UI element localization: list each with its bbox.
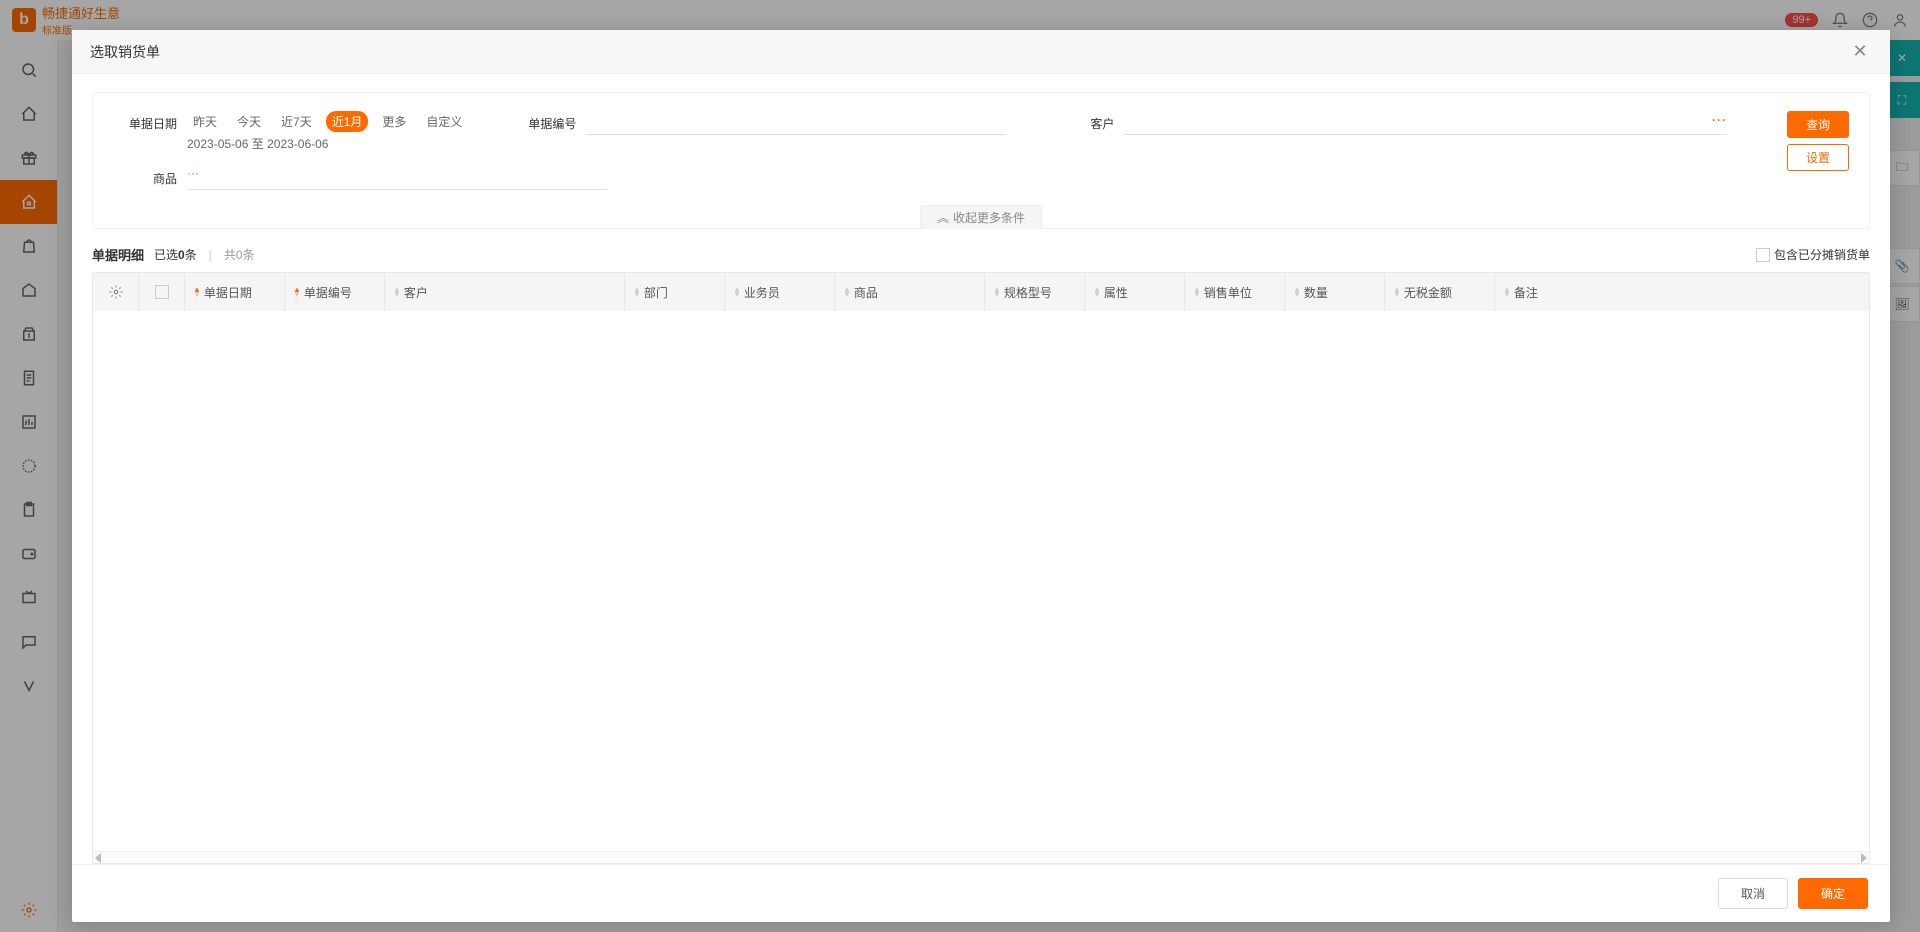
filter-customer: 客户 ··· xyxy=(1054,111,1727,135)
include-split-label: 包含已分摊销货单 xyxy=(1774,246,1870,263)
close-icon[interactable]: ✕ xyxy=(1848,40,1872,64)
chip-more[interactable]: 更多 xyxy=(376,111,412,132)
customer-picker-icon[interactable]: ··· xyxy=(1712,113,1727,127)
sort-icon: ▲▼ xyxy=(1193,287,1201,297)
chip-today[interactable]: 今天 xyxy=(231,111,267,132)
detail-sep: | xyxy=(209,248,212,262)
sort-icon: ▲▼ xyxy=(1503,287,1511,297)
col-checkbox[interactable] xyxy=(139,273,185,311)
col-product[interactable]: ▲▼商品 xyxy=(835,273,985,311)
table: ▲▼单据日期 ▲▼单据编号 ▲▼客户 ▲▼部门 ▲▼业务员 ▲▼商品 ▲▼规格型… xyxy=(92,272,1870,864)
date-from: 2023-05-06 xyxy=(187,137,248,151)
sort-icon: ▲▼ xyxy=(193,287,201,297)
col-spec[interactable]: ▲▼规格型号 xyxy=(985,273,1085,311)
sort-icon: ▲▼ xyxy=(1093,287,1101,297)
select-sales-order-modal: 选取销货单 ✕ 单据日期 昨天 今天 近7天 近1月 更多 自定义 xyxy=(72,30,1890,922)
product-picker-icon[interactable]: ··· xyxy=(187,166,199,180)
selected-count: 已选0条 xyxy=(154,246,197,263)
table-body-empty xyxy=(93,311,1869,851)
modal-footer: 取消 确定 xyxy=(72,864,1890,922)
date-sep: 至 xyxy=(252,137,264,151)
sort-icon: ▲▼ xyxy=(1393,287,1401,297)
sort-icon: ▲▼ xyxy=(993,287,1001,297)
col-dept[interactable]: ▲▼部门 xyxy=(625,273,725,311)
gear-icon xyxy=(109,285,123,299)
filter-card: 单据日期 昨天 今天 近7天 近1月 更多 自定义 2023-05-06 至 xyxy=(92,92,1870,229)
chip-custom[interactable]: 自定义 xyxy=(420,111,468,132)
horizontal-scrollbar[interactable] xyxy=(93,851,1869,863)
sort-icon: ▲▼ xyxy=(633,287,641,297)
sort-icon: ▲▼ xyxy=(733,287,741,297)
customer-label: 客户 xyxy=(1054,111,1114,132)
date-chip-group: 昨天 今天 近7天 近1月 更多 自定义 xyxy=(187,111,468,132)
chip-last7[interactable]: 近7天 xyxy=(275,111,318,132)
col-customer[interactable]: ▲▼客户 xyxy=(385,273,625,311)
sort-icon: ▲▼ xyxy=(393,287,401,297)
customer-input[interactable]: ··· xyxy=(1124,111,1727,135)
filter-docno: 单据编号 xyxy=(516,111,1006,135)
cancel-button[interactable]: 取消 xyxy=(1718,878,1788,909)
docno-label: 单据编号 xyxy=(516,111,576,132)
product-label: 商品 xyxy=(117,166,177,187)
col-unit[interactable]: ▲▼销售单位 xyxy=(1185,273,1285,311)
filter-actions: 查询 设置 xyxy=(1787,111,1849,171)
filter-product: 商品 ··· xyxy=(117,166,607,190)
total-count: 共0条 xyxy=(224,246,255,263)
sort-icon: ▲▼ xyxy=(843,287,851,297)
table-header: ▲▼单据日期 ▲▼单据编号 ▲▼客户 ▲▼部门 ▲▼业务员 ▲▼商品 ▲▼规格型… xyxy=(93,273,1869,311)
modal-title: 选取销货单 xyxy=(90,42,160,62)
col-amount[interactable]: ▲▼无税金额 xyxy=(1385,273,1495,311)
docno-input[interactable] xyxy=(586,111,1006,135)
col-qty[interactable]: ▲▼数量 xyxy=(1285,273,1385,311)
detail-header: 单据明细 已选0条 | 共0条 包含已分摊销货单 xyxy=(92,245,1870,264)
confirm-button[interactable]: 确定 xyxy=(1798,878,1868,909)
col-settings[interactable] xyxy=(93,273,139,311)
product-input[interactable]: ··· xyxy=(187,166,607,190)
settings-button[interactable]: 设置 xyxy=(1787,144,1849,171)
filter-date: 单据日期 昨天 今天 近7天 近1月 更多 自定义 2023-05-06 至 xyxy=(117,111,468,152)
col-remark[interactable]: ▲▼备注 xyxy=(1495,273,1869,311)
col-attr[interactable]: ▲▼属性 xyxy=(1085,273,1185,311)
collapse-button[interactable]: ︽ 收起更多条件 xyxy=(920,205,1042,229)
collapse-label: 收起更多条件 xyxy=(953,209,1025,226)
select-all-checkbox[interactable] xyxy=(155,285,169,299)
date-to: 2023-06-06 xyxy=(267,137,328,151)
detail-right: 包含已分摊销货单 xyxy=(1756,246,1870,263)
date-range: 2023-05-06 至 2023-06-06 xyxy=(187,135,468,152)
detail-left: 单据明细 已选0条 | 共0条 xyxy=(92,245,255,264)
collapse-bar: ︽ 收起更多条件 xyxy=(117,204,1845,228)
include-split-checkbox[interactable] xyxy=(1756,248,1770,262)
chip-yesterday[interactable]: 昨天 xyxy=(187,111,223,132)
date-label: 单据日期 xyxy=(117,111,177,132)
modal-body: 单据日期 昨天 今天 近7天 近1月 更多 自定义 2023-05-06 至 xyxy=(72,74,1890,864)
sort-icon: ▲▼ xyxy=(1293,287,1301,297)
sort-icon: ▲▼ xyxy=(293,287,301,297)
modal-header: 选取销货单 ✕ xyxy=(72,30,1890,74)
col-docno[interactable]: ▲▼单据编号 xyxy=(285,273,385,311)
col-salesperson[interactable]: ▲▼业务员 xyxy=(725,273,835,311)
chip-last1m[interactable]: 近1月 xyxy=(326,111,369,132)
query-button[interactable]: 查询 xyxy=(1787,111,1849,138)
chevron-up-icon: ︽ xyxy=(937,209,949,226)
col-date[interactable]: ▲▼单据日期 xyxy=(185,273,285,311)
detail-title: 单据明细 xyxy=(92,245,144,264)
